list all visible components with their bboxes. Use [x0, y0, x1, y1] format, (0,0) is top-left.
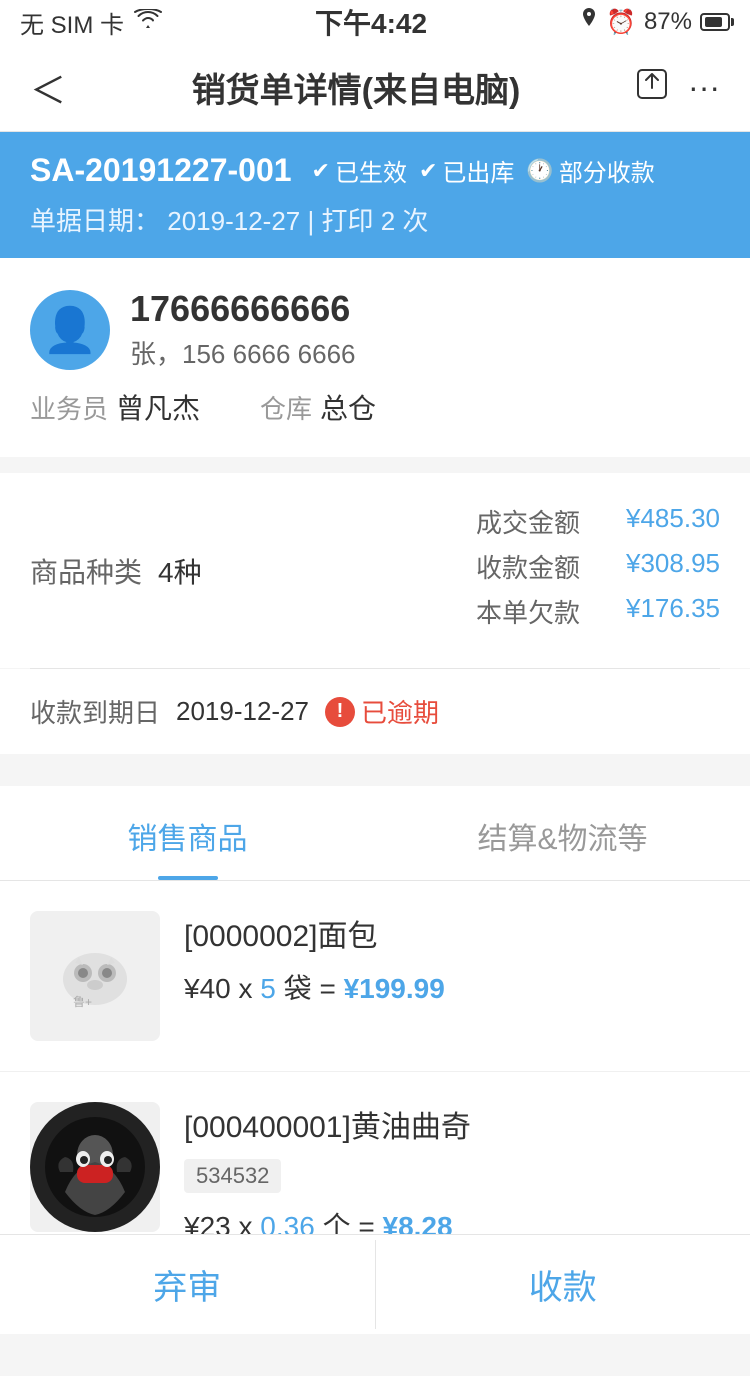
product-name-1: [0000002]面包 — [184, 911, 720, 955]
amount-value: ¥485.30 — [600, 503, 720, 540]
divider-1 — [0, 457, 750, 473]
nav-actions: ··· — [636, 68, 720, 108]
tab-settlement[interactable]: 结算&物流等 — [375, 786, 750, 880]
status-bar: 无 SIM 卡 下午4:42 ⏰ 87% — [0, 0, 750, 44]
price-sep-1: x — [239, 973, 261, 1004]
tab-sales-products[interactable]: 销售商品 — [0, 786, 375, 880]
debt-label: 本单欠款 — [476, 593, 580, 630]
warehouse-detail: 仓库 总仓 — [260, 387, 376, 427]
status-time: 下午4:42 — [315, 2, 427, 42]
more-button[interactable]: ··· — [688, 69, 720, 106]
print-count: 2 — [381, 206, 395, 236]
svg-text:鲁+: 鲁+ — [73, 995, 92, 1009]
sales-detail: 业务员 曾凡杰 — [30, 387, 200, 427]
warehouse-name: 总仓 — [320, 387, 376, 427]
clock-icon: 🕐 — [526, 158, 553, 184]
product-item: 鲁+ [0000002]面包 ¥40 x 5 袋 = ¥199.99 — [0, 881, 750, 1072]
collected-row: 收款金额 ¥308.95 — [476, 548, 720, 585]
products-list: 鲁+ [0000002]面包 ¥40 x 5 袋 = ¥199.99 — [0, 881, 750, 1276]
battery-icon — [700, 13, 730, 31]
share-button[interactable] — [636, 68, 668, 108]
back-button[interactable]: ＜ — [20, 52, 76, 124]
order-id-row: SA-20191227-001 ✔ 已生效 ✔ 已出库 🕐 部分收款 — [30, 152, 720, 189]
summary-right: 成交金额 ¥485.30 收款金额 ¥308.95 本单欠款 ¥176.35 — [476, 503, 720, 638]
order-meta: 单据日期： 2019-12-27 | 打印 2 次 — [30, 201, 720, 238]
price-total-1: ¥199.99 — [344, 973, 445, 1004]
product-img-inner-2 — [30, 1102, 160, 1232]
customer-section: 👤 17666666666 张，156 6666 6666 业务员 曾凡杰 仓库… — [0, 258, 750, 457]
warehouse-label: 仓库 — [260, 389, 312, 426]
alarm-icon: ⏰ — [606, 8, 636, 37]
product-info-2: [000400001]黄油曲奇 534532 ¥23 x 0.36 个 = ¥8… — [184, 1102, 720, 1245]
product-tag-2: 534532 — [184, 1159, 281, 1193]
battery-percent: 87% — [644, 8, 692, 36]
collect-payment-button[interactable]: 收款 — [376, 1240, 750, 1329]
tab-settlement-label: 结算&物流等 — [477, 823, 647, 856]
customer-name: 张，156 6666 6666 — [130, 334, 356, 371]
product-placeholder-1: 鲁+ — [30, 911, 160, 1041]
order-meta-sep: | — [307, 206, 321, 236]
status-badges: ✔ 已生效 ✔ 已出库 🕐 部分收款 — [312, 153, 655, 188]
product-image-1: 鲁+ — [30, 911, 160, 1041]
print-unit: 次 — [402, 206, 428, 236]
summary-left: 商品种类 4种 — [30, 503, 202, 638]
cancel-review-button[interactable]: 弃审 — [0, 1240, 376, 1329]
amount-row: 成交金额 ¥485.30 — [476, 503, 720, 540]
price-unit-1: ¥40 — [184, 973, 231, 1004]
product-image-2 — [30, 1102, 160, 1232]
page-title: 销货单详情(来自电脑) — [76, 63, 636, 112]
amount-label: 成交金额 — [476, 503, 580, 540]
due-label: 收款到期日 — [30, 693, 160, 730]
sales-label: 业务员 — [30, 389, 108, 426]
status-right: ⏰ 87% — [580, 8, 730, 37]
order-meta-label: 单据日期： — [30, 206, 160, 236]
badge-partial-label: 部分收款 — [559, 153, 655, 188]
order-id: SA-20191227-001 — [30, 152, 292, 189]
divider-2 — [0, 754, 750, 770]
order-header: SA-20191227-001 ✔ 已生效 ✔ 已出库 🕐 部分收款 单据日期：… — [0, 132, 750, 258]
print-label: 打印 — [321, 206, 373, 236]
type-count: 4种 — [158, 551, 202, 591]
overdue-text: 已逾期 — [361, 693, 439, 730]
price-qty-1: 5 — [260, 973, 276, 1004]
tabs-bar: 销售商品 结算&物流等 — [0, 786, 750, 881]
debt-row: 本单欠款 ¥176.35 — [476, 593, 720, 630]
location-icon — [580, 8, 598, 37]
status-left: 无 SIM 卡 — [20, 5, 162, 40]
customer-row: 👤 17666666666 张，156 6666 6666 — [30, 288, 720, 371]
collected-value: ¥308.95 — [600, 548, 720, 585]
badge-shipped: ✔ 已出库 — [419, 153, 514, 188]
badge-shipped-label: 已出库 — [442, 153, 514, 188]
due-section: 收款到期日 2019-12-27 ! 已逾期 — [0, 669, 750, 754]
product-name-2: [000400001]黄油曲奇 — [184, 1102, 720, 1146]
badge-partial: 🕐 部分收款 — [526, 153, 654, 188]
price-eq-1: = — [319, 973, 343, 1004]
product-price-1: ¥40 x 5 袋 = ¥199.99 — [184, 967, 720, 1007]
price-unit-text-1: 袋 — [284, 973, 312, 1004]
collected-label: 收款金额 — [476, 548, 580, 585]
due-date: 2019-12-27 — [176, 696, 309, 727]
avatar: 👤 — [30, 290, 110, 370]
type-label: 商品种类 — [30, 551, 142, 591]
overdue-badge: ! 已逾期 — [325, 693, 439, 730]
order-date: 2019-12-27 — [167, 206, 300, 236]
tab-sales-products-label: 销售商品 — [128, 823, 248, 856]
badge-effective-label: 已生效 — [335, 153, 407, 188]
carrier-text: 无 SIM 卡 — [20, 5, 124, 40]
avatar-icon: 👤 — [43, 304, 98, 356]
nav-bar: ＜ 销货单详情(来自电脑) ··· — [0, 44, 750, 132]
badge-effective: ✔ 已生效 — [312, 153, 407, 188]
customer-detail-row: 业务员 曾凡杰 仓库 总仓 — [30, 387, 720, 427]
bottom-bar: 弃审 收款 — [0, 1234, 750, 1334]
debt-value: ¥176.35 — [600, 593, 720, 630]
product-info-1: [0000002]面包 ¥40 x 5 袋 = ¥199.99 — [184, 911, 720, 1007]
sales-name: 曾凡杰 — [116, 387, 200, 427]
check-icon-2: ✔ — [419, 158, 437, 184]
overdue-icon: ! — [325, 697, 355, 727]
summary-section: 商品种类 4种 成交金额 ¥485.30 收款金额 ¥308.95 本单欠款 ¥… — [0, 473, 750, 668]
wifi-icon — [134, 8, 162, 36]
check-icon-1: ✔ — [312, 158, 330, 184]
customer-phone: 17666666666 — [130, 288, 356, 330]
